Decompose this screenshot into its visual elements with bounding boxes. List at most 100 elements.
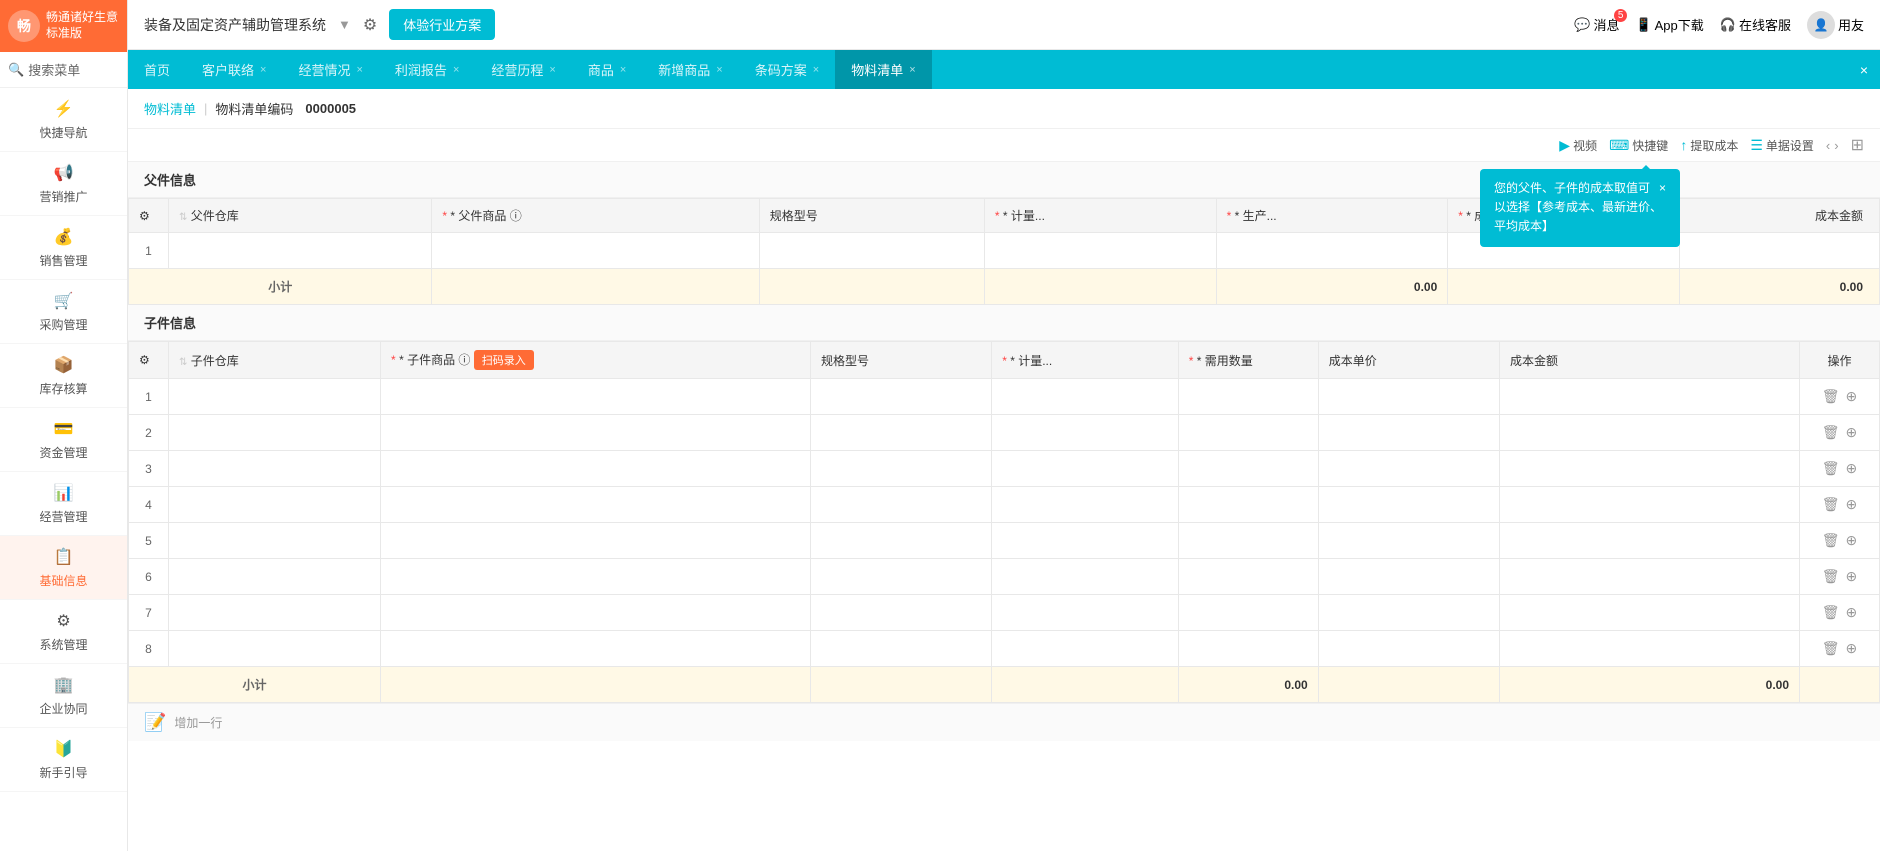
prev-arrow[interactable]: ‹ — [1826, 138, 1830, 153]
child-row-8-unit-cost[interactable] — [1318, 631, 1499, 667]
close-all-tabs-btn[interactable]: × — [1848, 52, 1880, 88]
child-row-4-warehouse[interactable] — [169, 487, 381, 523]
child-row-2-goods[interactable] — [381, 415, 811, 451]
sidebar-item-guide[interactable]: 🔰 新手引导 — [0, 728, 127, 792]
delete-row-6-icon[interactable]: 🗑 — [1822, 568, 1840, 585]
child-row-5-needed[interactable] — [1178, 523, 1318, 559]
copy-row-6-icon[interactable]: ⊕ — [1846, 568, 1858, 585]
tab-customer[interactable]: 客户联络 × — [186, 50, 282, 89]
delete-row-2-icon[interactable]: 🗑 — [1822, 424, 1840, 441]
tab-operations[interactable]: 经营情况 × — [282, 50, 378, 89]
child-row-7-unit-cost[interactable] — [1318, 595, 1499, 631]
tab-history[interactable]: 经营历程 × — [475, 50, 571, 89]
child-row-5-unit[interactable] — [992, 523, 1179, 559]
child-settings-gear-icon[interactable]: ⚙ — [139, 353, 150, 367]
child-row-4-spec[interactable] — [810, 487, 991, 523]
child-row-5-goods[interactable] — [381, 523, 811, 559]
child-row-4-needed[interactable] — [1178, 487, 1318, 523]
child-row-8-warehouse[interactable] — [169, 631, 381, 667]
add-row-icon[interactable]: 📝 — [144, 712, 166, 733]
child-row-4-unit-cost[interactable] — [1318, 487, 1499, 523]
user-btn[interactable]: 👤 用友 — [1807, 11, 1864, 39]
breadcrumb-bom[interactable]: 物料清单 — [144, 99, 196, 118]
child-row-3-unit-cost[interactable] — [1318, 451, 1499, 487]
child-row-7-needed[interactable] — [1178, 595, 1318, 631]
sidebar-item-operations[interactable]: 📊 经营管理 — [0, 472, 127, 536]
sidebar-item-purchase[interactable]: 🛒 采购管理 — [0, 280, 127, 344]
copy-row-1-icon[interactable]: ⊕ — [1846, 388, 1858, 405]
close-bom-tab[interactable]: × — [909, 64, 915, 76]
child-row-4-goods[interactable] — [381, 487, 811, 523]
app-download-btn[interactable]: 📱 App下载 — [1635, 15, 1703, 34]
sidebar-item-marketing[interactable]: 📢 营销推广 — [0, 152, 127, 216]
tab-new-goods[interactable]: 新增商品 × — [642, 50, 738, 89]
add-row-text[interactable]: 增加一行 — [174, 714, 222, 731]
child-row-7-warehouse[interactable] — [169, 595, 381, 631]
child-row-1-spec[interactable] — [810, 379, 991, 415]
copy-row-7-icon[interactable]: ⊕ — [1846, 604, 1858, 621]
child-row-3-warehouse[interactable] — [169, 451, 381, 487]
parent-row-1-production[interactable] — [1216, 233, 1448, 269]
sidebar-item-sales[interactable]: 💰 销售管理 — [0, 216, 127, 280]
close-goods-tab[interactable]: × — [620, 64, 626, 76]
child-row-6-warehouse[interactable] — [169, 559, 381, 595]
child-row-5-spec[interactable] — [810, 523, 991, 559]
child-row-6-unit-cost[interactable] — [1318, 559, 1499, 595]
copy-row-5-icon[interactable]: ⊕ — [1846, 532, 1858, 549]
settings-gear-icon[interactable]: ⚙ — [139, 209, 150, 223]
tab-bom[interactable]: 物料清单 × — [835, 50, 931, 89]
child-row-2-unit-cost[interactable] — [1318, 415, 1499, 451]
child-row-3-unit[interactable] — [992, 451, 1179, 487]
child-row-1-unit-cost[interactable] — [1318, 379, 1499, 415]
sidebar-item-enterprise[interactable]: 🏢 企业协同 — [0, 664, 127, 728]
child-row-7-unit[interactable] — [992, 595, 1179, 631]
sidebar-item-basic-info[interactable]: 📋 基础信息 — [0, 536, 127, 600]
delete-row-1-icon[interactable]: 🗑 — [1822, 388, 1840, 405]
next-arrow[interactable]: › — [1834, 138, 1838, 153]
parent-row-1-spec[interactable] — [759, 233, 984, 269]
delete-row-7-icon[interactable]: 🗑 — [1822, 604, 1840, 621]
video-btn[interactable]: ▶ 视频 — [1559, 137, 1597, 154]
tab-barcode[interactable]: 条码方案 × — [739, 50, 835, 89]
child-row-8-spec[interactable] — [810, 631, 991, 667]
child-row-1-goods[interactable] — [381, 379, 811, 415]
child-row-2-unit[interactable] — [992, 415, 1179, 451]
search-menu[interactable]: 🔍 搜索菜单 — [0, 52, 127, 88]
child-row-6-spec[interactable] — [810, 559, 991, 595]
parent-row-1-warehouse[interactable] — [169, 233, 432, 269]
tooltip-close-btn[interactable]: × — [1659, 179, 1666, 198]
child-row-3-goods[interactable] — [381, 451, 811, 487]
child-row-1-unit[interactable] — [992, 379, 1179, 415]
tab-goods[interactable]: 商品 × — [572, 50, 642, 89]
copy-row-8-icon[interactable]: ⊕ — [1846, 640, 1858, 657]
child-row-7-goods[interactable] — [381, 595, 811, 631]
close-barcode-tab[interactable]: × — [813, 64, 819, 76]
tab-profit[interactable]: 利润报告 × — [379, 50, 475, 89]
child-row-8-needed[interactable] — [1178, 631, 1318, 667]
delete-row-5-icon[interactable]: 🗑 — [1822, 532, 1840, 549]
delete-row-8-icon[interactable]: 🗑 — [1822, 640, 1840, 657]
scan-btn[interactable]: 扫码录入 — [474, 350, 534, 370]
sidebar-item-inventory[interactable]: 📦 库存核算 — [0, 344, 127, 408]
copy-row-2-icon[interactable]: ⊕ — [1846, 424, 1858, 441]
child-row-6-needed[interactable] — [1178, 559, 1318, 595]
child-row-7-spec[interactable] — [810, 595, 991, 631]
dropdown-arrow-icon[interactable]: ▼ — [338, 17, 351, 32]
child-row-8-unit[interactable] — [992, 631, 1179, 667]
message-btn[interactable]: 💬 消息 5 — [1574, 15, 1619, 34]
child-row-2-warehouse[interactable] — [169, 415, 381, 451]
copy-row-3-icon[interactable]: ⊕ — [1846, 460, 1858, 477]
child-row-2-spec[interactable] — [810, 415, 991, 451]
settings-icon[interactable]: ⚙ — [363, 15, 377, 35]
child-row-8-goods[interactable] — [381, 631, 811, 667]
delete-row-3-icon[interactable]: 🗑 — [1822, 460, 1840, 477]
sort-icon[interactable]: ⇅ — [179, 212, 187, 223]
close-new-goods-tab[interactable]: × — [716, 64, 722, 76]
online-service-btn[interactable]: 🎧 在线客服 — [1720, 15, 1791, 34]
copy-row-4-icon[interactable]: ⊕ — [1846, 496, 1858, 513]
child-row-2-needed[interactable] — [1178, 415, 1318, 451]
child-row-3-spec[interactable] — [810, 451, 991, 487]
tab-home[interactable]: 首页 — [128, 50, 186, 89]
delete-row-4-icon[interactable]: 🗑 — [1822, 496, 1840, 513]
sidebar-item-quick-nav[interactable]: ⚡ 快捷导航 — [0, 88, 127, 152]
